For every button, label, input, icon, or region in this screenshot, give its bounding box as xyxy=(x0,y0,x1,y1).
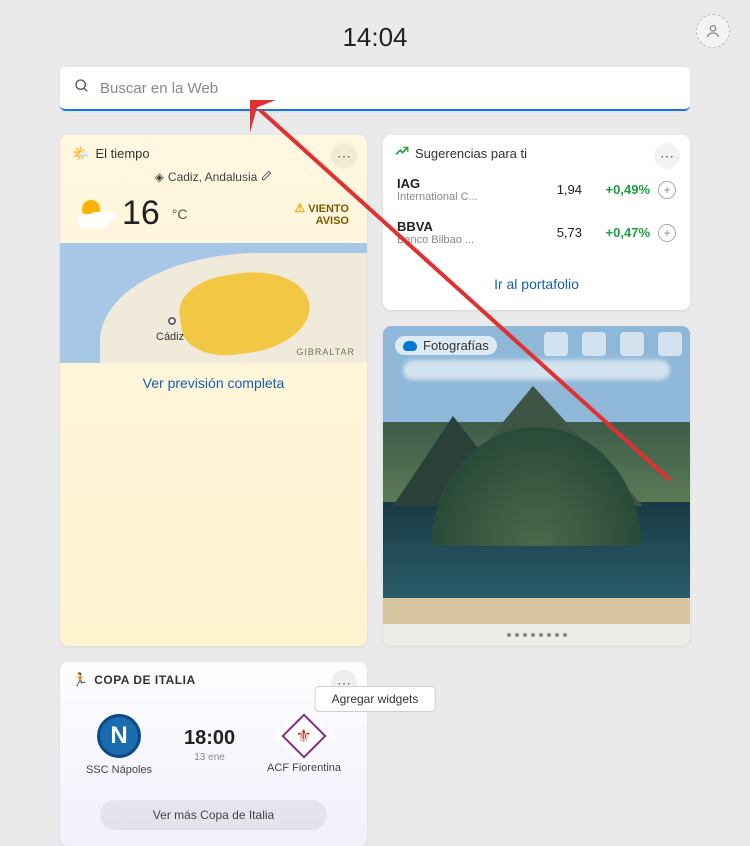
stock-row[interactable]: BBVA Banco Bilbao ... 5,73 +0,47% + xyxy=(383,211,690,254)
photos-widget[interactable]: Fotografías xyxy=(383,326,690,646)
sun-cloud-icon xyxy=(78,200,114,228)
photo-taskbar xyxy=(383,624,690,646)
weather-more-button[interactable]: ⋯ xyxy=(331,143,357,169)
add-widgets-button[interactable]: Agregar widgets xyxy=(315,686,436,712)
home-team[interactable]: N SSC Nápoles xyxy=(86,714,152,776)
onedrive-icon xyxy=(403,341,417,351)
napoli-badge-icon: N xyxy=(97,714,141,758)
stock-price: 1,94 xyxy=(532,182,582,197)
weather-map[interactable]: Cádiz GIBRALTAR xyxy=(60,243,367,363)
weather-location[interactable]: ◈ Cadiz, Andalusia xyxy=(60,170,367,184)
temperature: 16 xyxy=(122,194,160,233)
stock-price: 5,73 xyxy=(532,225,582,240)
weather-location-text: Cadiz, Andalusia xyxy=(168,170,257,184)
stock-symbol: IAG xyxy=(397,176,524,191)
temperature-unit: °C xyxy=(172,206,188,222)
sports-icon: 🏃 xyxy=(72,672,88,688)
sports-title: COPA DE ITALIA xyxy=(94,673,195,687)
weather-widget[interactable]: 🌤️ El tiempo ⋯ ◈ Cadiz, Andalusia 16 °C … xyxy=(60,135,367,646)
search-bar[interactable] xyxy=(60,67,690,111)
away-team[interactable]: ⚜ ACF Fiorentina xyxy=(267,716,341,774)
warning-icon: ⚠ xyxy=(294,201,305,215)
weather-title: El tiempo xyxy=(95,146,149,161)
stock-fullname: Banco Bilbao ... xyxy=(397,234,517,246)
location-pin-icon: ◈ xyxy=(155,170,164,184)
search-input[interactable] xyxy=(100,80,676,97)
portfolio-link[interactable]: Ir al portafolio xyxy=(383,254,690,310)
stocks-icon xyxy=(395,145,409,162)
weather-icon: 🌤️ xyxy=(72,145,89,162)
user-icon xyxy=(705,23,721,39)
stock-change: +0,49% xyxy=(590,182,650,197)
search-icon xyxy=(74,78,90,99)
fiorentina-badge-icon: ⚜ xyxy=(276,708,333,765)
stock-row[interactable]: IAG International C... 1,94 +0,49% + xyxy=(383,168,690,211)
map-gibraltar-label: GIBRALTAR xyxy=(296,347,355,357)
map-city-label: Cádiz xyxy=(156,331,184,343)
edit-location-icon[interactable] xyxy=(261,170,272,184)
weather-alert: ⚠ VIENTO AVISO xyxy=(294,201,349,227)
stocks-widget[interactable]: Sugerencias para ti ⋯ IAG International … xyxy=(383,135,690,310)
forecast-link[interactable]: Ver previsión completa xyxy=(60,363,367,405)
match-time: 18:00 13 ene xyxy=(184,727,235,763)
photos-title: Fotografías xyxy=(423,338,489,353)
add-stock-button[interactable]: + xyxy=(658,224,676,242)
add-stock-button[interactable]: + xyxy=(658,181,676,199)
stock-fullname: International C... xyxy=(397,191,517,203)
stocks-more-button[interactable]: ⋯ xyxy=(654,143,680,169)
stock-change: +0,47% xyxy=(590,225,650,240)
clock: 14:04 xyxy=(0,0,750,67)
sports-link[interactable]: Ver más Copa de Italia xyxy=(100,800,327,830)
home-team-name: SSC Nápoles xyxy=(86,764,152,776)
profile-button[interactable] xyxy=(696,14,730,48)
stocks-title: Sugerencias para ti xyxy=(415,146,527,161)
desktop-icons xyxy=(544,332,682,356)
stock-symbol: BBVA xyxy=(397,219,524,234)
